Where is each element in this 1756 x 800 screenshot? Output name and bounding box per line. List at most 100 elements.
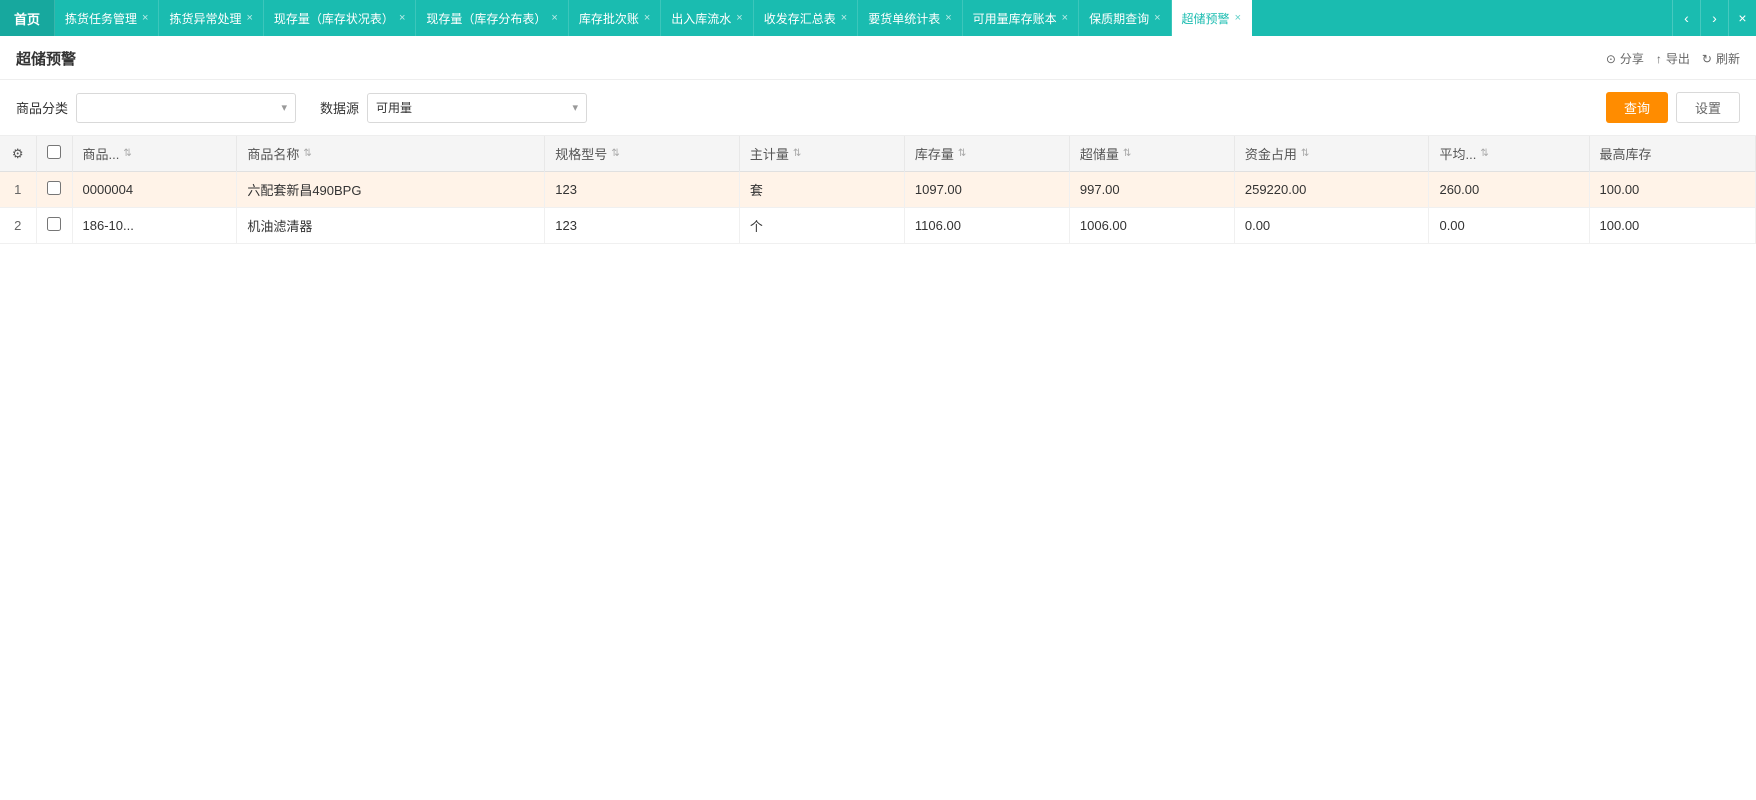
top-nav: 首页 拣货任务管理×拣货异常处理×现存量（库存状况表）×现存量（库存分布表）×库… — [0, 0, 1756, 36]
export-icon: ↑ — [1656, 52, 1662, 66]
nav-tab-0[interactable]: 拣货任务管理× — [55, 0, 159, 36]
cell-overstock: 997.00 — [1069, 172, 1234, 208]
col-select-all — [36, 136, 72, 172]
tab-close-icon-10[interactable]: × — [1235, 12, 1241, 24]
row-checkbox-cell — [36, 172, 72, 208]
cell-capital: 0.00 — [1234, 208, 1429, 244]
col-stock[interactable]: 库存量 ⇅ — [904, 136, 1069, 172]
table-row: 1 0000004 六配套新昌490BPG 123 套 1097.00 997.… — [0, 172, 1756, 208]
col-product-name[interactable]: 商品名称 ⇅ — [237, 136, 545, 172]
tab-close-icon-9[interactable]: × — [1154, 12, 1160, 24]
tab-close-icon-1[interactable]: × — [246, 12, 252, 24]
datasource-select[interactable]: 可用量 ▾ — [367, 93, 587, 123]
datasource-label: 数据源 — [320, 98, 359, 117]
col-capital[interactable]: 资金占用 ⇅ — [1234, 136, 1429, 172]
cell-stock: 1097.00 — [904, 172, 1069, 208]
nav-tab-9[interactable]: 保质期查询× — [1079, 0, 1171, 36]
nav-tab-6[interactable]: 收发存汇总表× — [754, 0, 858, 36]
row-index: 2 — [0, 208, 36, 244]
nav-next-btn[interactable]: › — [1700, 0, 1728, 36]
table-header-row: ⚙ 商品... ⇅ 商品名称 ⇅ — [0, 136, 1756, 172]
sort-overstock-icon: ⇅ — [1123, 149, 1131, 159]
cell-spec: 123 — [545, 172, 740, 208]
tab-close-icon-5[interactable]: × — [736, 12, 742, 24]
setting-button[interactable]: 设置 — [1676, 92, 1740, 123]
nav-home[interactable]: 首页 — [0, 0, 55, 36]
nav-more-btn[interactable]: × — [1728, 0, 1756, 36]
table-container: ⚙ 商品... ⇅ 商品名称 ⇅ — [0, 136, 1756, 244]
cell-max-stock: 100.00 — [1589, 172, 1755, 208]
filter-buttons: 查询 设置 — [1606, 92, 1740, 123]
row-checkbox[interactable] — [47, 181, 61, 195]
refresh-icon: ↻ — [1702, 52, 1712, 66]
cell-product-name: 六配套新昌490BPG — [237, 172, 545, 208]
share-link[interactable]: ⊙ 分享 — [1606, 50, 1644, 67]
nav-prev-btn[interactable]: ‹ — [1672, 0, 1700, 36]
row-index: 1 — [0, 172, 36, 208]
nav-arrows: ‹ › × — [1672, 0, 1756, 36]
cell-unit: 套 — [739, 172, 904, 208]
gear-icon[interactable]: ⚙ — [12, 146, 24, 161]
col-max-stock[interactable]: 最高库存 — [1589, 136, 1755, 172]
row-checkbox-cell — [36, 208, 72, 244]
tab-close-icon-0[interactable]: × — [142, 12, 148, 24]
data-table: ⚙ 商品... ⇅ 商品名称 ⇅ — [0, 136, 1756, 244]
datasource-select-value: 可用量 — [376, 99, 572, 116]
cell-product-code: 0000004 — [72, 172, 237, 208]
category-dropdown-icon: ▾ — [281, 101, 287, 114]
filter-row: 商品分类 ▾ 数据源 可用量 ▾ 查询 设置 — [0, 80, 1756, 136]
sort-product-name-icon: ⇅ — [303, 149, 311, 159]
cell-max-stock: 100.00 — [1589, 208, 1755, 244]
nav-tab-1[interactable]: 拣货异常处理× — [159, 0, 263, 36]
category-filter-group: 商品分类 ▾ — [16, 93, 296, 123]
select-all-checkbox[interactable] — [47, 145, 61, 159]
sort-avg-icon: ⇅ — [1480, 149, 1488, 159]
nav-tab-5[interactable]: 出入库流水× — [661, 0, 753, 36]
nav-tab-2[interactable]: 现存量（库存状况表）× — [264, 0, 416, 36]
nav-tab-3[interactable]: 现存量（库存分布表）× — [416, 0, 568, 36]
table-row: 2 186-10... 机油滤清器 123 个 1106.00 1006.00 … — [0, 208, 1756, 244]
nav-tab-8[interactable]: 可用量库存账本× — [963, 0, 1079, 36]
header-actions: ⊙ 分享 ↑ 导出 ↻ 刷新 — [1606, 50, 1740, 67]
cell-avg: 260.00 — [1429, 172, 1589, 208]
page-header: 超储预警 ⊙ 分享 ↑ 导出 ↻ 刷新 — [0, 36, 1756, 80]
tab-close-icon-3[interactable]: × — [551, 12, 557, 24]
cell-overstock: 1006.00 — [1069, 208, 1234, 244]
cell-product-code: 186-10... — [72, 208, 237, 244]
cell-stock: 1106.00 — [904, 208, 1069, 244]
datasource-dropdown-icon: ▾ — [573, 101, 579, 114]
cell-avg: 0.00 — [1429, 208, 1589, 244]
tab-close-icon-6[interactable]: × — [841, 12, 847, 24]
sort-capital-icon: ⇅ — [1301, 149, 1309, 159]
tab-close-icon-2[interactable]: × — [399, 12, 405, 24]
sort-spec-icon: ⇅ — [611, 149, 619, 159]
query-button[interactable]: 查询 — [1606, 92, 1668, 123]
nav-tab-4[interactable]: 库存批次账× — [569, 0, 661, 36]
datasource-filter-group: 数据源 可用量 ▾ — [320, 93, 587, 123]
refresh-link[interactable]: ↻ 刷新 — [1702, 50, 1740, 67]
tab-close-icon-7[interactable]: × — [945, 12, 951, 24]
tab-close-icon-4[interactable]: × — [644, 12, 650, 24]
col-spec[interactable]: 规格型号 ⇅ — [545, 136, 740, 172]
export-link[interactable]: ↑ 导出 — [1656, 50, 1690, 67]
row-checkbox[interactable] — [47, 217, 61, 231]
page-content: 超储预警 ⊙ 分享 ↑ 导出 ↻ 刷新 商品分类 ▾ 数据源 — [0, 36, 1756, 800]
sort-product-code-icon: ⇅ — [123, 149, 131, 159]
category-select[interactable]: ▾ — [76, 93, 296, 123]
nav-tab-10[interactable]: 超储预警× — [1172, 0, 1252, 36]
cell-spec: 123 — [545, 208, 740, 244]
cell-product-name: 机油滤清器 — [237, 208, 545, 244]
sort-unit-icon: ⇅ — [793, 149, 801, 159]
nav-tab-7[interactable]: 要货单统计表× — [858, 0, 962, 36]
tab-close-icon-8[interactable]: × — [1062, 12, 1068, 24]
category-label: 商品分类 — [16, 98, 68, 117]
sort-stock-icon: ⇅ — [958, 149, 966, 159]
cell-unit: 个 — [739, 208, 904, 244]
col-unit[interactable]: 主计量 ⇅ — [739, 136, 904, 172]
col-avg[interactable]: 平均... ⇅ — [1429, 136, 1589, 172]
share-icon: ⊙ — [1606, 52, 1616, 66]
page-title: 超储预警 — [16, 48, 76, 69]
cell-capital: 259220.00 — [1234, 172, 1429, 208]
col-product-code[interactable]: 商品... ⇅ — [72, 136, 237, 172]
col-overstock[interactable]: 超储量 ⇅ — [1069, 136, 1234, 172]
